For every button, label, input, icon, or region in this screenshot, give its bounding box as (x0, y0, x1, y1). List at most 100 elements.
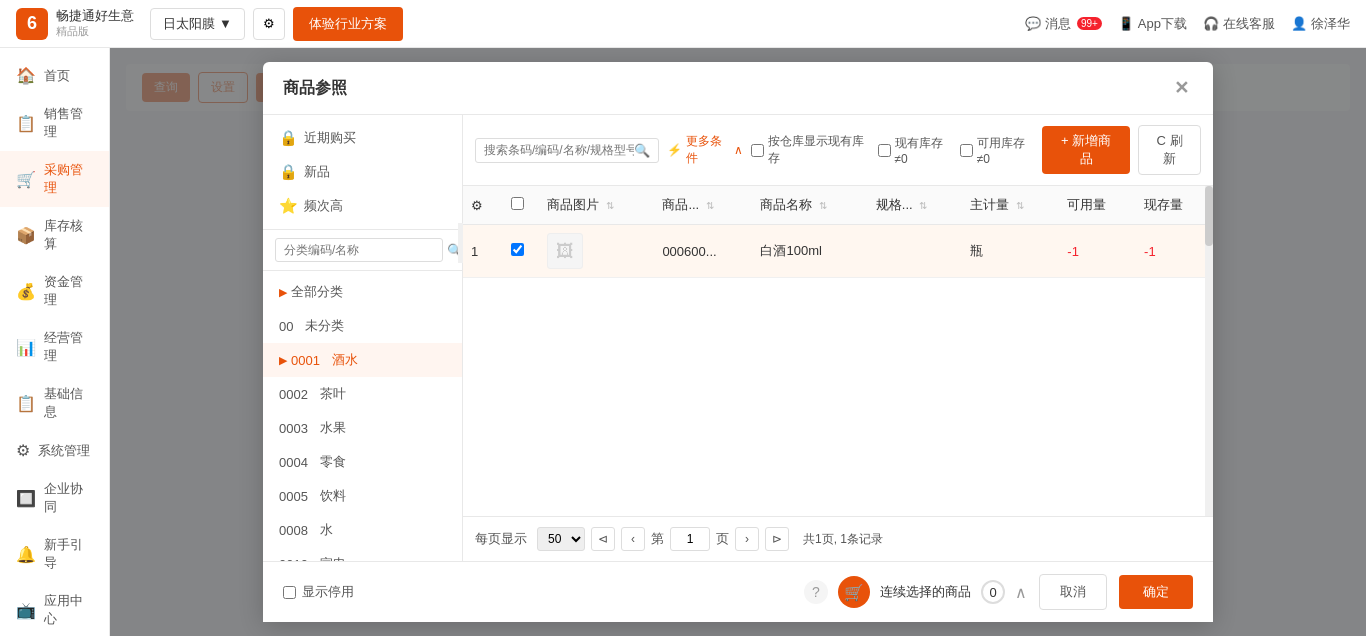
checkbox-existing[interactable]: 现有库存≠0 (878, 135, 952, 166)
brand-sub: 精品版 (56, 24, 134, 39)
cancel-button[interactable]: 取消 (1039, 574, 1107, 610)
page-input[interactable] (670, 527, 710, 551)
quick-label-new: 新品 (304, 163, 330, 181)
sidebar-item-purchase[interactable]: 🛒 采购管理 (0, 151, 109, 207)
checkbox-available-input[interactable] (960, 144, 973, 157)
page-label: 第 (651, 530, 664, 548)
td-image: 🖼 (539, 225, 654, 278)
prev-page-button[interactable]: ‹ (621, 527, 645, 551)
sidebar-item-basic[interactable]: 📋 基础信息 (0, 375, 109, 431)
show-disabled-checkbox[interactable] (283, 586, 296, 599)
checkbox-warehouse-input[interactable] (751, 144, 764, 157)
cat-item-0001[interactable]: ▶ 0001 酒水 (263, 343, 462, 377)
search-input[interactable] (484, 143, 634, 157)
app-download-label: App下载 (1138, 15, 1187, 33)
show-disabled-label[interactable]: 显示停用 (283, 583, 354, 601)
sidebar-item-guide[interactable]: 🔔 新手引导 (0, 526, 109, 582)
th-stock-label: 现存量 (1144, 197, 1183, 212)
checkbox-existing-input[interactable] (878, 144, 891, 157)
sidebar-label-purchase: 采购管理 (44, 161, 93, 197)
quick-link-recent[interactable]: 🔒 近期购买 (263, 121, 462, 155)
show-disabled-text: 显示停用 (302, 583, 354, 601)
cat-item-0010[interactable]: 0010 家电 (263, 547, 462, 561)
scrollbar-thumb[interactable] (1205, 186, 1213, 246)
modal-close-button[interactable]: ✕ (1169, 76, 1193, 100)
sidebar-item-inventory[interactable]: 📦 库存核算 (0, 207, 109, 263)
th-name: 商品名称 ⇅ (752, 186, 867, 225)
new-icon: 🔒 (279, 163, 298, 181)
modal-header: 商品参照 ✕ (263, 62, 1213, 115)
th-code-label: 商品... (662, 197, 699, 212)
username-label: 徐泽华 (1311, 15, 1350, 33)
sort-icon-name: ⇅ (819, 200, 827, 211)
filter-icon: ⚡ (667, 143, 682, 157)
stock-value: -1 (1144, 244, 1156, 259)
th-image-label: 商品图片 (547, 197, 599, 212)
table-row[interactable]: 1 🖼 (463, 225, 1213, 278)
online-service-button[interactable]: 🎧 在线客服 (1203, 15, 1275, 33)
checkbox-available[interactable]: 可用库存≠0 (960, 135, 1034, 166)
per-page-select[interactable]: 50 (537, 527, 585, 551)
nav-selector[interactable]: 日太阳膜 ▼ (150, 8, 245, 40)
cat-item-00[interactable]: 00 未分类 (263, 309, 462, 343)
sales-icon: 📋 (16, 114, 36, 133)
phone-icon: 📱 (1118, 16, 1134, 31)
cat-code-0005: 0005 (279, 489, 308, 504)
scrollbar-track[interactable] (1205, 186, 1213, 516)
search-icon: 🔍 (634, 143, 650, 158)
settings-icon: ⚙ (471, 198, 483, 213)
cat-item-0005[interactable]: 0005 饮料 (263, 479, 462, 513)
gear-icon[interactable]: ⚙ (253, 8, 285, 40)
collapse-cart-icon[interactable]: ∧ (1015, 583, 1027, 602)
sidebar-item-home[interactable]: 🏠 首页 (0, 56, 109, 95)
cat-item-0003[interactable]: 0003 水果 (263, 411, 462, 445)
help-icon[interactable]: ? (804, 580, 828, 604)
quick-label-frequent: 频次高 (304, 197, 343, 215)
inventory-icon: 📦 (16, 226, 36, 245)
sidebar-item-finance[interactable]: 💰 资金管理 (0, 263, 109, 319)
sidebar-item-apps[interactable]: 📺 应用中心 (0, 582, 109, 636)
confirm-button[interactable]: 确定 (1119, 575, 1193, 609)
cat-item-0002[interactable]: 0002 茶叶 (263, 377, 462, 411)
sidebar-item-business[interactable]: 📊 经营管理 (0, 319, 109, 375)
th-spec: 规格... ⇅ (868, 186, 962, 225)
quick-link-new[interactable]: 🔒 新品 (263, 155, 462, 189)
quick-link-frequent[interactable]: ⭐ 频次高 (263, 189, 462, 223)
first-page-button[interactable]: ⊲ (591, 527, 615, 551)
cat-code-0004: 0004 (279, 455, 308, 470)
main-layout: 🏠 首页 📋 销售管理 🛒 采购管理 📦 库存核算 💰 资金管理 📊 经营管理 … (0, 48, 1366, 636)
sidebar-label-finance: 资金管理 (44, 273, 93, 309)
select-all-checkbox[interactable] (511, 197, 524, 210)
image-placeholder-icon: 🖼 (556, 241, 574, 262)
user-menu[interactable]: 👤 徐泽华 (1291, 15, 1350, 33)
active-arrow-icon: ▶ (279, 354, 287, 367)
all-arrow-icon: ▶ (279, 286, 287, 299)
th-settings: ⚙ (463, 186, 503, 225)
sort-icon-code: ⇅ (706, 200, 714, 211)
cat-item-0008[interactable]: 0008 水 (263, 513, 462, 547)
product-table: ⚙ 商品图片 ⇅ (463, 186, 1213, 278)
messages-button[interactable]: 💬 消息 99+ (1025, 15, 1102, 33)
cat-item-0004[interactable]: 0004 零食 (263, 445, 462, 479)
last-page-button[interactable]: ⊳ (765, 527, 789, 551)
row-checkbox[interactable] (511, 243, 524, 256)
sidebar-item-sales[interactable]: 📋 销售管理 (0, 95, 109, 151)
add-product-button[interactable]: + 新增商品 (1042, 126, 1130, 174)
checkbox-available-label: 可用库存≠0 (977, 135, 1034, 166)
category-search-input[interactable] (275, 238, 443, 262)
message-icon: 💬 (1025, 16, 1041, 31)
filter-button[interactable]: ⚡ 更多条件 ∧ (667, 133, 743, 167)
sidebar-item-system[interactable]: ⚙ 系统管理 (0, 431, 109, 470)
sidebar-label-home: 首页 (44, 67, 70, 85)
cat-name-0001: 酒水 (332, 351, 358, 369)
cat-item-all[interactable]: ▶ 全部分类 (263, 275, 462, 309)
trial-button[interactable]: 体验行业方案 (293, 7, 403, 41)
checkbox-warehouse[interactable]: 按仓库显示现有库存 (751, 133, 870, 167)
sidebar-item-enterprise[interactable]: 🔲 企业协同 (0, 470, 109, 526)
cart-icon[interactable]: 🛒 (838, 576, 870, 608)
refresh-button[interactable]: C 刷新 (1138, 125, 1201, 175)
th-image: 商品图片 ⇅ (539, 186, 654, 225)
next-page-button[interactable]: › (735, 527, 759, 551)
app-download-button[interactable]: 📱 App下载 (1118, 15, 1187, 33)
sidebar-label-apps: 应用中心 (44, 592, 93, 628)
